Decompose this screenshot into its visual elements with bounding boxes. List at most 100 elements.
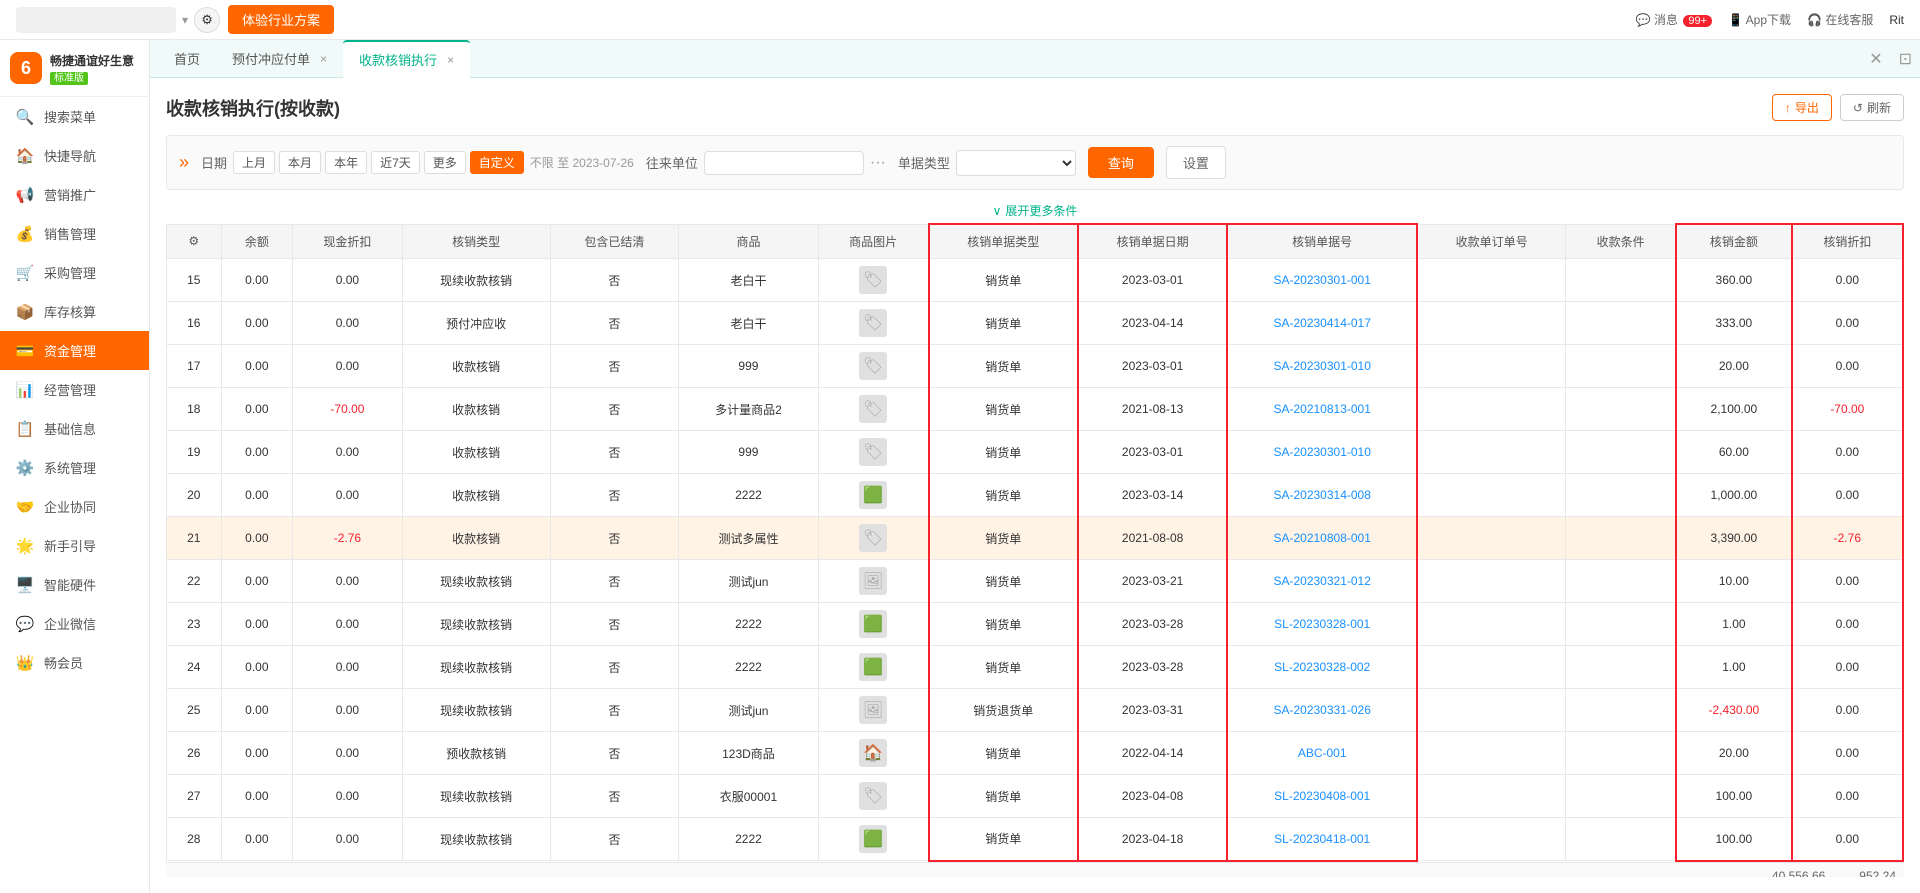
order-type-select[interactable]	[956, 150, 1076, 176]
filter-settings-button[interactable]: 设置	[1166, 146, 1226, 179]
dropdown-arrow[interactable]: ▾	[182, 13, 188, 27]
cell-cash-discount: 0.00	[293, 732, 403, 775]
cell-cancel-bill-type: 销货单	[929, 431, 1078, 474]
cell-cash-discount: 0.00	[293, 646, 403, 689]
cell-cancel-bill-no[interactable]: SA-20230314-008	[1227, 474, 1417, 517]
window-close-icon[interactable]: ✕	[1869, 49, 1882, 69]
cell-index: 26	[167, 732, 222, 775]
query-button[interactable]: 查询	[1088, 147, 1154, 178]
inventory-icon: 📦	[16, 303, 34, 321]
cell-cancel-bill-no[interactable]: SL-20230418-001	[1227, 818, 1417, 861]
trial-industry-button[interactable]: 体验行业方案	[228, 5, 334, 34]
tab-receipt-close[interactable]: ×	[447, 53, 454, 67]
tab-prepay[interactable]: 预付冲应付单 ×	[216, 40, 343, 78]
cell-cancel-type: 收款核销	[402, 474, 550, 517]
cell-cancel-bill-no[interactable]: SA-20230301-001	[1227, 259, 1417, 302]
cell-cancel-bill-no[interactable]: SL-20230408-001	[1227, 775, 1417, 818]
filter-expand-button[interactable]: »	[179, 152, 189, 173]
table-row: 21 0.00 -2.76 收款核销 否 测试多属性 🏷 销货单 2021-08…	[167, 517, 1904, 560]
cell-include-settled: 否	[550, 689, 679, 732]
expand-more-bar[interactable]: ∨ 展开更多条件	[166, 202, 1904, 219]
date-btn-thisyear[interactable]: 本年	[325, 151, 367, 174]
sidebar-item-corp[interactable]: 🤝 企业协同	[0, 487, 149, 526]
th-cancel-type: 核销类型	[402, 224, 550, 259]
cell-product-img: 🟩	[818, 603, 928, 646]
settings-gear-icon[interactable]: ⚙	[194, 7, 220, 33]
cell-cancel-bill-no[interactable]: SA-20230321-012	[1227, 560, 1417, 603]
cancel-amount-total: 40,556,66...	[1772, 869, 1835, 878]
table-row: 24 0.00 0.00 现续收款核销 否 2222 🟩 销货单 2023-03…	[167, 646, 1904, 689]
corp-icon: 🤝	[16, 498, 34, 516]
cell-cancel-bill-no[interactable]: ABC-001	[1227, 732, 1417, 775]
sidebar-item-hardware[interactable]: 🖥️ 智能硬件	[0, 565, 149, 604]
top-search-input[interactable]	[16, 7, 176, 33]
cell-product-img: 🏠	[818, 732, 928, 775]
date-btn-custom[interactable]: 自定义	[470, 151, 524, 174]
sidebar-item-system[interactable]: ⚙️ 系统管理	[0, 448, 149, 487]
sidebar-item-search[interactable]: 🔍 搜索菜单	[0, 97, 149, 136]
cell-cancel-discount: 0.00	[1792, 302, 1903, 345]
app-download-link[interactable]: 📱 App下载	[1728, 11, 1791, 28]
cell-include-settled: 否	[550, 560, 679, 603]
cell-cancel-bill-no[interactable]: SA-20230301-010	[1227, 431, 1417, 474]
message-icon[interactable]: 💬 消息 99+	[1636, 11, 1712, 28]
page-title: 收款核销执行(按收款)	[166, 95, 340, 121]
sidebar-item-business[interactable]: 📊 经营管理	[0, 370, 149, 409]
online-service-link[interactable]: 🎧 在线客服	[1807, 11, 1873, 28]
date-btn-thismonth[interactable]: 本月	[279, 151, 321, 174]
th-settings[interactable]: ⚙	[167, 224, 222, 259]
cell-cancel-bill-no[interactable]: SA-20230301-010	[1227, 345, 1417, 388]
sidebar-item-purchase[interactable]: 🛒 采购管理	[0, 253, 149, 292]
cell-cancel-bill-no[interactable]: SL-20230328-001	[1227, 603, 1417, 646]
tab-home[interactable]: 首页	[158, 40, 216, 78]
cell-product-img: 🏷	[818, 388, 928, 431]
main-layout: 6 畅捷通谊好生意 标准版 🔍 搜索菜单 🏠 快捷导航 📢 营销推广 💰 销售管…	[0, 40, 1920, 893]
sidebar-item-sales[interactable]: 💰 销售管理	[0, 214, 149, 253]
date-btn-lastmonth[interactable]: 上月	[233, 151, 275, 174]
sidebar-item-member[interactable]: 👑 畅会员	[0, 643, 149, 682]
cell-index: 18	[167, 388, 222, 431]
th-cancel-bill-date: 核销单据日期	[1078, 224, 1227, 259]
sidebar-item-basic[interactable]: 📋 基础信息	[0, 409, 149, 448]
cell-cancel-bill-no[interactable]: SL-20230328-002	[1227, 646, 1417, 689]
cell-product: 999	[679, 431, 818, 474]
cell-cancel-bill-date: 2023-03-14	[1078, 474, 1227, 517]
cell-index: 20	[167, 474, 222, 517]
sidebar-item-quicknav[interactable]: 🏠 快捷导航	[0, 136, 149, 175]
search-icon: 🔍	[16, 108, 34, 126]
cell-cancel-bill-date: 2023-03-01	[1078, 345, 1227, 388]
date-label: 日期	[201, 153, 227, 172]
cell-receipt-order-no	[1417, 517, 1566, 560]
cell-cancel-type: 预收款核销	[402, 732, 550, 775]
cell-index: 21	[167, 517, 222, 560]
cell-cancel-bill-no[interactable]: SA-20210808-001	[1227, 517, 1417, 560]
refresh-button[interactable]: ↺ 刷新	[1840, 94, 1904, 121]
th-include-settled: 包含已结清	[550, 224, 679, 259]
sidebar-item-inventory[interactable]: 📦 库存核算	[0, 292, 149, 331]
cell-cancel-bill-no[interactable]: SA-20230331-026	[1227, 689, 1417, 732]
export-button[interactable]: ↑ 导出	[1772, 94, 1832, 121]
cell-receipt-order-no	[1417, 345, 1566, 388]
from-unit-input[interactable]	[704, 151, 864, 175]
date-btn-more[interactable]: 更多	[424, 151, 466, 174]
th-receipt-order-no: 收款单订单号	[1417, 224, 1566, 259]
member-icon: 👑	[16, 654, 34, 672]
table-row: 19 0.00 0.00 收款核销 否 999 🏷 销货单 2023-03-01…	[167, 431, 1904, 474]
cell-cancel-bill-no[interactable]: SA-20230414-017	[1227, 302, 1417, 345]
cell-cancel-bill-no[interactable]: SA-20210813-001	[1227, 388, 1417, 431]
cell-receipt-condition	[1566, 302, 1676, 345]
user-name[interactable]: Rit	[1889, 13, 1904, 27]
sidebar-item-wechat[interactable]: 💬 企业微信	[0, 604, 149, 643]
sidebar-item-finance[interactable]: 💳 资金管理	[0, 331, 149, 370]
sidebar-item-guide[interactable]: 🌟 新手引导	[0, 526, 149, 565]
cell-product: 测试jun	[679, 689, 818, 732]
tab-receipt[interactable]: 收款核销执行 ×	[343, 40, 470, 78]
sidebar-menu: 🔍 搜索菜单 🏠 快捷导航 📢 营销推广 💰 销售管理 🛒 采购管理 📦	[0, 97, 149, 893]
tab-prepay-close[interactable]: ×	[320, 52, 327, 66]
window-maximize-icon[interactable]: ⊡	[1899, 49, 1912, 69]
cell-cancel-amount: -2,430.00	[1676, 689, 1792, 732]
date-btn-7days[interactable]: 近7天	[371, 151, 420, 174]
sidebar-item-marketing[interactable]: 📢 营销推广	[0, 175, 149, 214]
cell-balance: 0.00	[221, 431, 293, 474]
cell-cancel-bill-type: 销货单	[929, 775, 1078, 818]
